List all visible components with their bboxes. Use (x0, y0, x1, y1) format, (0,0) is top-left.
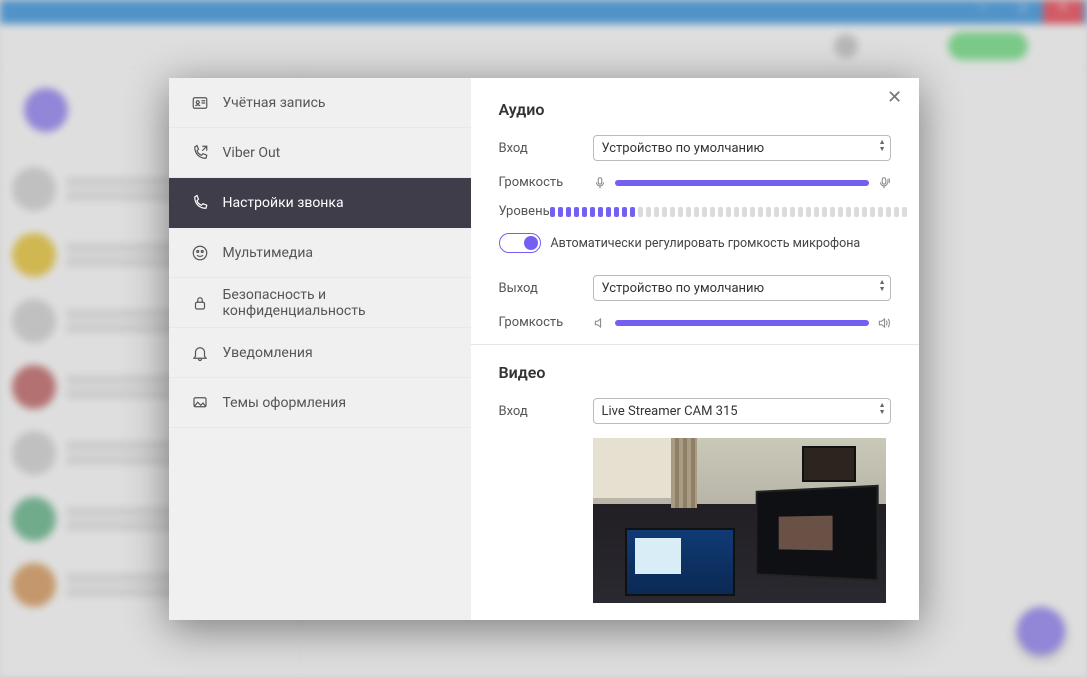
mic-high-icon (877, 176, 891, 190)
theme-icon (191, 394, 209, 412)
mic-low-icon (593, 176, 607, 190)
phone-settings-icon (191, 194, 209, 212)
video-preview (593, 438, 886, 603)
select-value: Устройство по умолчанию (602, 281, 765, 296)
lock-icon (191, 294, 209, 312)
mic-volume-slider[interactable] (615, 180, 869, 186)
audio-section-title: Аудио (499, 100, 891, 119)
sidebar-item-viber-out[interactable]: Viber Out (169, 128, 471, 178)
speaker-volume-slider[interactable] (615, 320, 869, 326)
sidebar-item-account[interactable]: Учётная запись (169, 78, 471, 128)
audio-output-label: Выход (499, 281, 593, 296)
sidebar-item-label: Безопасность и конфиденциальность (223, 287, 449, 319)
sidebar-item-label: Мультимедиа (223, 245, 314, 261)
mic-level-meter (550, 207, 907, 217)
mic-volume-row: Громкость (499, 175, 891, 190)
stepper-icon: ▲▼ (879, 139, 886, 153)
phone-out-icon (191, 144, 209, 162)
video-input-row: Вход Live Streamer CAM 315 ▲▼ (499, 398, 891, 424)
id-card-icon (191, 94, 209, 112)
sidebar-item-label: Темы оформления (223, 395, 347, 411)
mic-volume-label: Громкость (499, 175, 593, 190)
settings-dialog: ✕ Учётная запись Viber Out Настройки зво… (169, 78, 919, 620)
speaker-volume-label: Громкость (499, 315, 593, 330)
speaker-high-icon (877, 316, 891, 330)
select-value: Устройство по умолчанию (602, 141, 765, 156)
audio-input-row: Вход Устройство по умолчанию ▲▼ (499, 135, 891, 161)
sidebar-item-label: Уведомления (223, 345, 313, 361)
sidebar-item-media[interactable]: Мультимедиа (169, 228, 471, 278)
stepper-icon: ▲▼ (879, 279, 886, 293)
auto-gain-toggle[interactable] (499, 233, 541, 253)
audio-output-row: Выход Устройство по умолчанию ▲▼ (499, 275, 891, 301)
sidebar-item-security[interactable]: Безопасность и конфиденциальность (169, 278, 471, 328)
close-button[interactable]: ✕ (883, 86, 907, 110)
sidebar-item-label: Viber Out (223, 145, 281, 161)
settings-panel: Аудио Вход Устройство по умолчанию ▲▼ Гр… (471, 78, 919, 620)
audio-input-label: Вход (499, 141, 593, 156)
settings-sidebar: Учётная запись Viber Out Настройки звонк… (169, 78, 471, 620)
sidebar-item-themes[interactable]: Темы оформления (169, 378, 471, 428)
sidebar-item-call-settings[interactable]: Настройки звонка (169, 178, 471, 228)
stepper-icon: ▲▼ (879, 402, 886, 416)
video-input-label: Вход (499, 404, 593, 419)
mic-level-label: Уровень (499, 204, 550, 219)
speaker-low-icon (593, 316, 607, 330)
speaker-volume-row: Громкость (499, 315, 891, 330)
modal-overlay: ✕ Учётная запись Viber Out Настройки зво… (0, 0, 1087, 677)
sidebar-item-label: Учётная запись (223, 95, 326, 111)
sidebar-item-label: Настройки звонка (223, 195, 344, 211)
audio-output-select[interactable]: Устройство по умолчанию ▲▼ (593, 275, 891, 301)
auto-gain-row: Автоматически регулировать громкость мик… (499, 233, 891, 253)
video-section-title: Видео (499, 363, 891, 382)
sidebar-item-notifications[interactable]: Уведомления (169, 328, 471, 378)
video-input-select[interactable]: Live Streamer CAM 315 ▲▼ (593, 398, 891, 424)
section-divider (471, 344, 919, 345)
audio-input-select[interactable]: Устройство по умолчанию ▲▼ (593, 135, 891, 161)
select-value: Live Streamer CAM 315 (602, 404, 738, 419)
media-icon (191, 244, 209, 262)
auto-gain-label: Автоматически регулировать громкость мик… (551, 236, 861, 251)
mic-level-row: Уровень (499, 204, 891, 219)
bell-icon (191, 344, 209, 362)
